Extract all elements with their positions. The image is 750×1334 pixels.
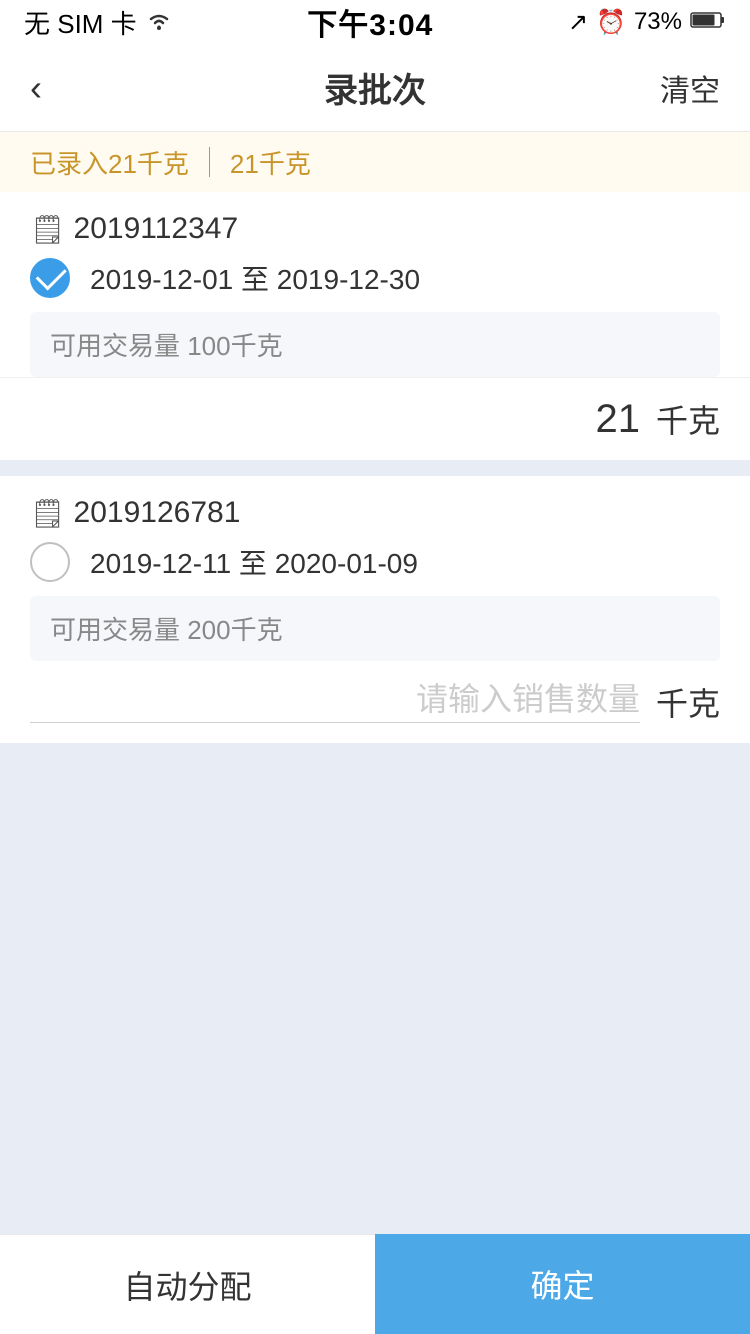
qty-input-wrapper — [30, 681, 640, 723]
confirm-button[interactable]: 确定 — [375, 1234, 750, 1334]
nav-bar: ‹ 录批次 清空 — [0, 44, 750, 132]
batch2-input-row: 千克 — [0, 661, 750, 743]
input-underline — [30, 722, 640, 723]
info-banner: 已录入21千克 21千克 — [0, 132, 750, 192]
status-right: ↗ ⏰ 73% — [568, 8, 726, 37]
batch1-radio[interactable] — [30, 258, 70, 298]
batch2-id: 2019126781 — [74, 496, 241, 530]
status-bar: 无 SIM 卡 下午3:04 ↗ ⏰ 73% — [0, 0, 750, 44]
batch2-header: 🗒 2019126781 — [30, 496, 720, 530]
auto-distribute-button[interactable]: 自动分配 — [0, 1234, 375, 1334]
status-left: 无 SIM 卡 — [24, 4, 173, 41]
page-content: 已录入21千克 21千克 🗒 2019112347 2019-12-01 至 2… — [0, 132, 750, 1234]
batch2-card: 🗒 2019126781 2019-12-11 至 2020-01-09 可用交… — [0, 476, 750, 661]
batch2-radio[interactable] — [30, 542, 70, 582]
batch1-qty-unit: 千克 — [656, 396, 720, 442]
batch2-avail-text: 可用交易量 200千克 — [50, 615, 283, 645]
page-title: 录批次 — [324, 63, 426, 112]
batch2-avail: 可用交易量 200千克 — [30, 596, 720, 661]
doc-icon-2: 🗒 — [30, 497, 66, 530]
battery-icon — [690, 8, 726, 36]
batch1-date: 2019-12-01 至 2019-12-30 — [90, 258, 420, 298]
batch1-header: 🗒 2019112347 — [30, 212, 720, 246]
qty-input[interactable] — [30, 681, 640, 718]
batch1-qty-row: 21 千克 — [0, 377, 750, 460]
info-divider — [209, 147, 210, 177]
batch2-date: 2019-12-11 至 2020-01-09 — [90, 542, 418, 582]
gray-area — [0, 743, 750, 1234]
wifi-icon — [145, 7, 173, 38]
recorded-label: 已录入21千克 — [30, 144, 189, 181]
battery-text: 73% — [634, 8, 682, 36]
batch2-date-row: 2019-12-11 至 2020-01-09 — [30, 542, 720, 582]
back-button[interactable]: ‹ — [30, 67, 90, 109]
batch1-qty-value: 21 — [595, 397, 640, 442]
recorded-value: 21千克 — [230, 144, 311, 181]
alarm-icon: ⏰ — [596, 8, 626, 37]
batch1-date-row: 2019-12-01 至 2019-12-30 — [30, 258, 720, 298]
bottom-actions: 自动分配 确定 — [0, 1234, 750, 1334]
doc-icon-1: 🗒 — [30, 213, 66, 246]
batch1-id: 2019112347 — [74, 212, 239, 246]
clear-button[interactable]: 清空 — [660, 66, 720, 110]
batch1-avail: 可用交易量 100千克 — [30, 312, 720, 377]
batch1-card: 🗒 2019112347 2019-12-01 至 2019-12-30 可用交… — [0, 192, 750, 377]
location-icon: ↗ — [568, 8, 588, 37]
status-time: 下午3:04 — [307, 0, 433, 44]
carrier-text: 无 SIM 卡 — [24, 4, 137, 41]
batch2-unit: 千克 — [656, 679, 720, 725]
section-divider — [0, 460, 750, 476]
batch1-avail-text: 可用交易量 100千克 — [50, 331, 283, 361]
